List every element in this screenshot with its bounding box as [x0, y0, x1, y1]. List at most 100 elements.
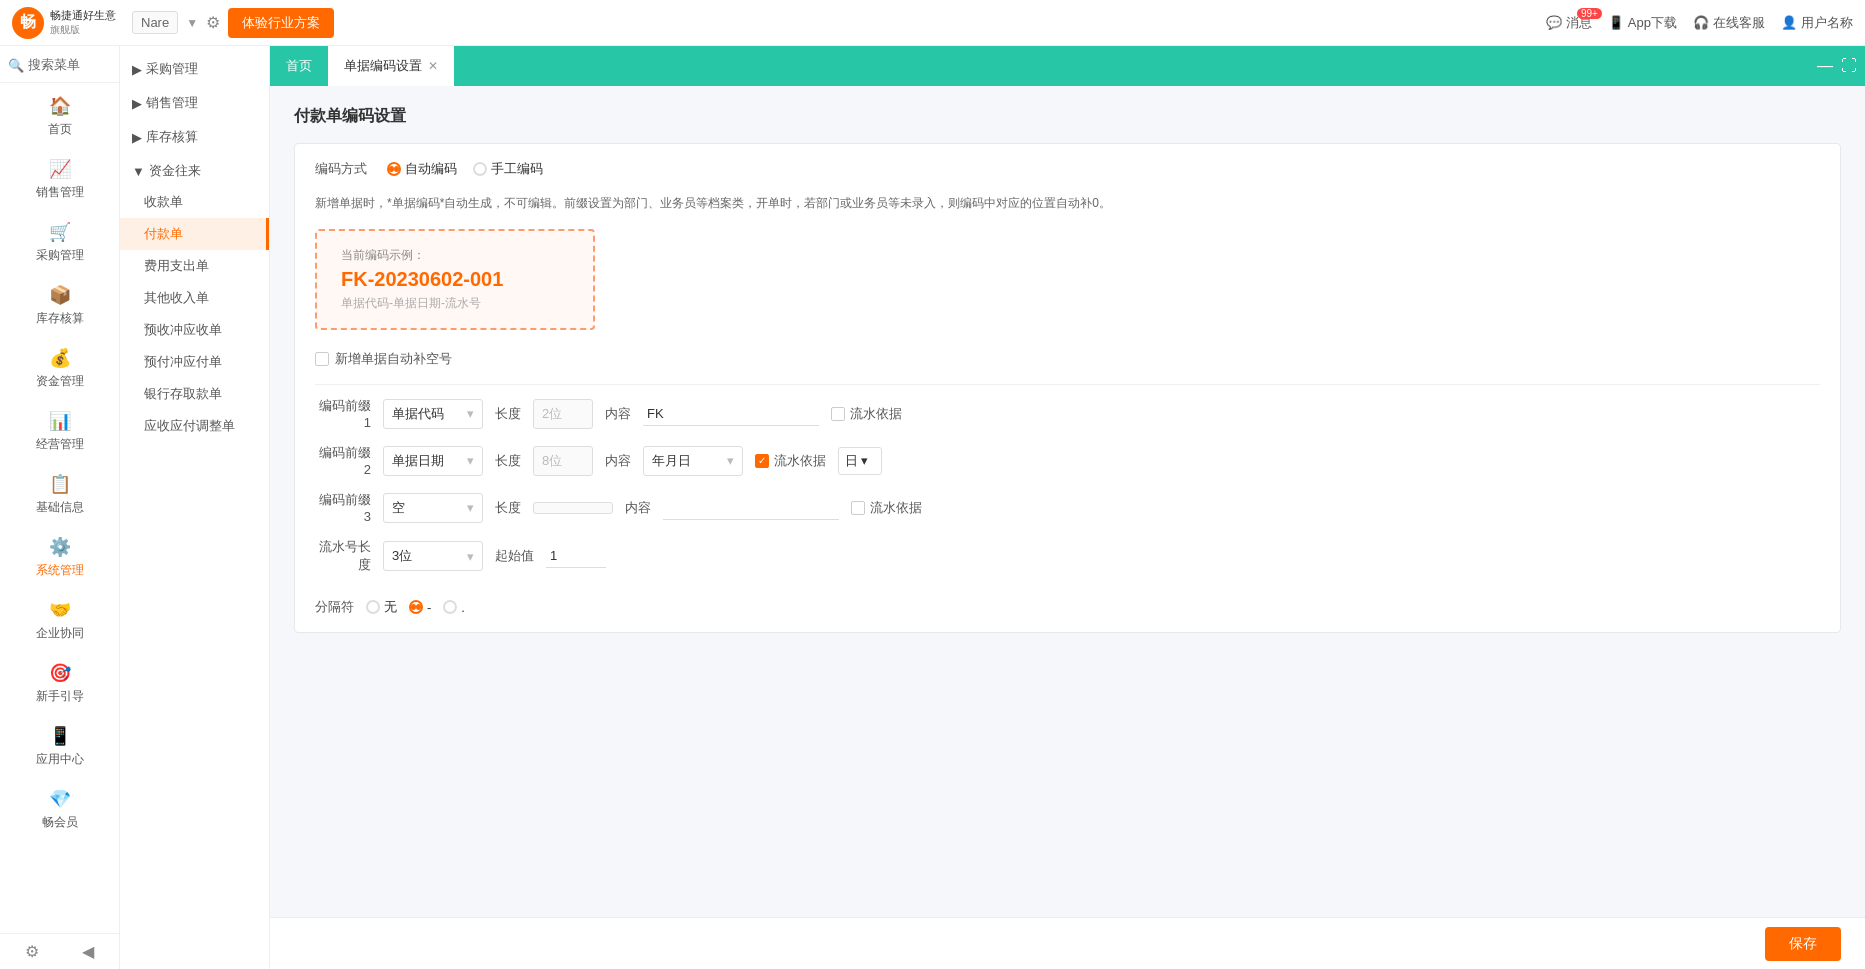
sub-item-advance-ar[interactable]: 预收冲应收单 — [120, 314, 269, 346]
sub-item-expense[interactable]: 费用支出单 — [120, 250, 269, 282]
purchase-icon: 🛒 — [49, 221, 71, 243]
sub-group-inventory-title[interactable]: ▶ 库存核算 — [120, 122, 269, 152]
company-arrow-icon[interactable]: ▼ — [186, 16, 198, 30]
prefix1-length-input[interactable]: 2位 — [533, 399, 593, 429]
experience-button[interactable]: 体验行业方案 — [228, 8, 334, 38]
prefix2-content-arrow-icon: ▾ — [727, 453, 734, 468]
encode-method-row: 编码方式 自动编码 手工编码 — [315, 160, 1820, 178]
app-download-button[interactable]: 📱 App下载 — [1608, 14, 1677, 32]
settings-bottom-icon[interactable]: ⚙ — [25, 942, 39, 961]
radio-manual[interactable]: 手工编码 — [473, 160, 543, 178]
sidebar-item-enterprise[interactable]: 🤝 企业协同 — [0, 587, 119, 650]
sidebar-item-sales[interactable]: 📈 销售管理 — [0, 146, 119, 209]
message-badge: 99+ — [1577, 8, 1602, 19]
serial-start-input[interactable] — [546, 544, 606, 568]
layout: 🔍 搜索菜单 🏠 首页 📈 销售管理 🛒 采购管理 📦 库存核算 💰 资金管理 … — [0, 46, 1865, 969]
tab-maximize-icon[interactable]: ⛶ — [1841, 57, 1857, 75]
sub-group-sales: ▶ 销售管理 — [120, 88, 269, 118]
logo: 畅 畅捷通好生意 旗舰版 — [12, 7, 132, 39]
prefix3-content-input[interactable] — [663, 496, 839, 520]
tab-encode-settings[interactable]: 单据编码设置 ✕ — [328, 46, 454, 86]
page-content: 付款单编码设置 编码方式 自动编码 手工编码 — [270, 86, 1865, 917]
sidebar-item-operation[interactable]: 📊 经营管理 — [0, 398, 119, 461]
topbar: 畅 畅捷通好生意 旗舰版 Nare ▼ ⚙ 体验行业方案 💬 消息 99+ 📱 … — [0, 0, 1865, 46]
topbar-middle: Nare ▼ ⚙ 体验行业方案 — [132, 8, 1546, 38]
form-row-prefix3: 编码前缀3 空 ▾ 长度 内容 — [315, 491, 1820, 524]
prefix1-watermark-checkbox[interactable] — [831, 407, 845, 421]
save-button[interactable]: 保存 — [1765, 927, 1841, 961]
footer-bar: 保存 — [270, 917, 1865, 969]
prefix2-watermark-select[interactable]: 日 ▾ — [838, 447, 882, 475]
sep-radio-none[interactable]: 无 — [366, 598, 397, 616]
sidebar-item-system[interactable]: ⚙️ 系统管理 — [0, 524, 119, 587]
appcenter-icon: 📱 — [49, 725, 71, 747]
sub-item-advance-ap[interactable]: 预付冲应付单 — [120, 346, 269, 378]
message-button[interactable]: 💬 消息 99+ — [1546, 14, 1592, 32]
sidebar-item-guide[interactable]: 🎯 新手引导 — [0, 650, 119, 713]
sidebar-item-member[interactable]: 💎 畅会员 — [0, 776, 119, 839]
sub-group-funds-arrow: ▼ — [132, 164, 145, 179]
collapse-icon[interactable]: ◀ — [82, 942, 94, 961]
settings-icon[interactable]: ⚙ — [206, 13, 220, 32]
separator-label: 分隔符 — [315, 598, 354, 616]
sub-item-payment[interactable]: 付款单 — [120, 218, 269, 250]
watermark-select-arrow-icon: ▾ — [861, 453, 868, 468]
sub-group-purchase-title[interactable]: ▶ 采购管理 — [120, 54, 269, 84]
service-button[interactable]: 🎧 在线客服 — [1693, 14, 1765, 32]
tab-close-icon[interactable]: ✕ — [428, 59, 438, 73]
encode-settings-card: 编码方式 自动编码 手工编码 新增单据时，*单据编码 — [294, 143, 1841, 633]
sidebar-item-inventory[interactable]: 📦 库存核算 — [0, 272, 119, 335]
sub-item-other-income[interactable]: 其他收入单 — [120, 282, 269, 314]
search-icon: 🔍 — [8, 58, 24, 73]
sep-radio-dot[interactable]: . — [443, 600, 465, 615]
search-menu[interactable]: 🔍 搜索菜单 — [0, 46, 119, 83]
serial-select[interactable]: 3位 ▾ — [383, 541, 483, 571]
sub-item-receipt[interactable]: 收款单 — [120, 186, 269, 218]
prefix2-watermark-checkbox[interactable]: ✓ — [755, 454, 769, 468]
prefix2-length-input[interactable]: 8位 — [533, 446, 593, 476]
service-icon: 🎧 — [1693, 15, 1709, 30]
company-name[interactable]: Nare — [132, 11, 178, 34]
prefix2-content-select[interactable]: 年月日 ▾ — [643, 446, 743, 476]
prefix2-select[interactable]: 单据日期 ▾ — [383, 446, 483, 476]
tab-home[interactable]: 首页 — [270, 46, 328, 86]
sep-radio-dash[interactable]: - — [409, 600, 431, 615]
tab-minimize-icon[interactable]: — — [1817, 57, 1833, 75]
prefix1-select[interactable]: 单据代码 ▾ — [383, 399, 483, 429]
sub-item-ar-ap-adjust[interactable]: 应收应付调整单 — [120, 410, 269, 442]
serial-arrow-icon: ▾ — [467, 549, 474, 564]
prefix1-content-input[interactable] — [643, 402, 819, 426]
sub-group-purchase-arrow: ▶ — [132, 62, 142, 77]
prefix1-arrow-icon: ▾ — [467, 406, 474, 421]
prefix3-length-input[interactable] — [533, 502, 613, 514]
prefix3-label: 编码前缀3 — [315, 491, 371, 524]
user-avatar[interactable]: 👤 用户名称 — [1781, 14, 1853, 32]
operation-icon: 📊 — [49, 410, 71, 432]
serial-start-label: 起始值 — [495, 547, 534, 565]
sub-group-inventory-arrow: ▶ — [132, 130, 142, 145]
sidebar-bottom: ⚙ ◀ — [0, 933, 119, 969]
serial-row: 流水号长度 3位 ▾ 起始值 — [315, 538, 1820, 574]
system-icon: ⚙️ — [49, 536, 71, 558]
sub-group-funds-title[interactable]: ▼ 资金往来 — [120, 156, 269, 186]
auto-fill-checkbox[interactable] — [315, 352, 329, 366]
prefix1-label: 编码前缀1 — [315, 397, 371, 430]
topbar-right: 💬 消息 99+ 📱 App下载 🎧 在线客服 👤 用户名称 — [1546, 14, 1853, 32]
sidebar-item-finance[interactable]: 💰 资金管理 — [0, 335, 119, 398]
separator-row: 分隔符 无 - — [315, 598, 1820, 616]
sidebar-item-basic[interactable]: 📋 基础信息 — [0, 461, 119, 524]
sidebar-item-home[interactable]: 🏠 首页 — [0, 83, 119, 146]
sidebar-item-purchase[interactable]: 🛒 采购管理 — [0, 209, 119, 272]
sep-dot-circle — [443, 600, 457, 614]
logo-sub: 旗舰版 — [50, 23, 116, 37]
prefix3-select[interactable]: 空 ▾ — [383, 493, 483, 523]
avatar-icon: 👤 — [1781, 15, 1797, 30]
sub-group-sales-title[interactable]: ▶ 销售管理 — [120, 88, 269, 118]
sub-item-bank-deposit[interactable]: 银行存取款单 — [120, 378, 269, 410]
prefix3-watermark-checkbox[interactable] — [851, 501, 865, 515]
radio-manual-circle — [473, 162, 487, 176]
radio-auto[interactable]: 自动编码 — [387, 160, 457, 178]
sidebar-item-appcenter[interactable]: 📱 应用中心 — [0, 713, 119, 776]
prefix3-content-label: 内容 — [625, 499, 651, 517]
auto-fill-row: 新增单据自动补空号 — [315, 350, 1820, 368]
